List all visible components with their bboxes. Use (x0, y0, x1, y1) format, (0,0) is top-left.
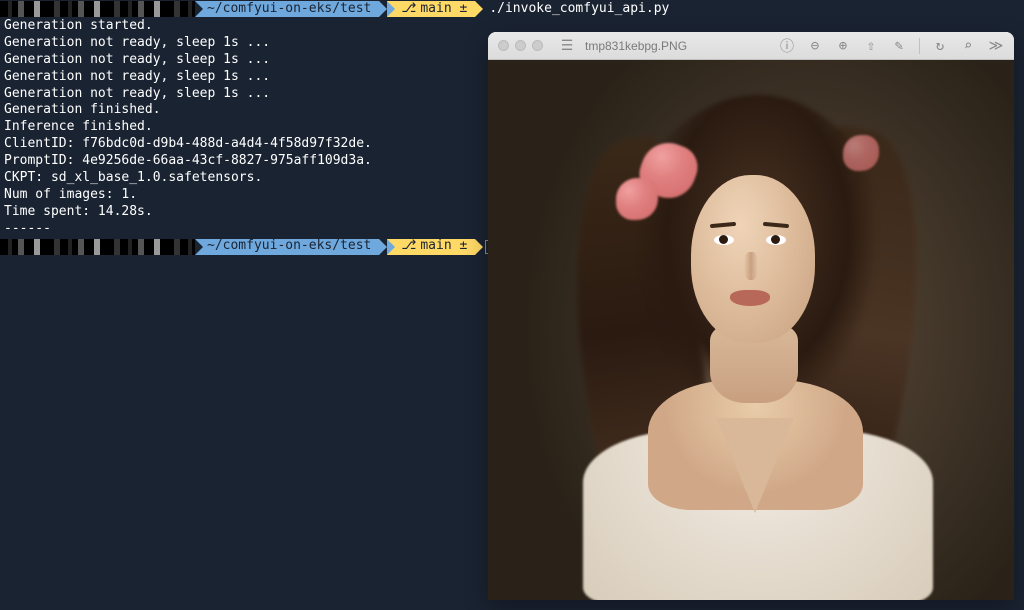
toolbar-right: ⓘ ⊖ ⊕ ⇧ ✎ ↻ ⌕ ≫ (779, 38, 1004, 54)
path-segment: ~/comfyui-on-eks/test (195, 1, 379, 17)
info-icon[interactable]: ⓘ (779, 38, 795, 54)
redacted-hostname (0, 1, 195, 17)
share-icon[interactable]: ⇧ (863, 38, 879, 54)
more-icon[interactable]: ≫ (988, 38, 1004, 54)
cwd-path: ~/comfyui-on-eks/test (207, 1, 371, 18)
zoom-in-icon[interactable]: ⊕ (835, 38, 851, 54)
prompt-line-1: ~/comfyui-on-eks/test ⎇ main ± ./invoke_… (0, 0, 1024, 18)
cwd-path: ~/comfyui-on-eks/test (207, 238, 371, 255)
git-branch-icon: ⎇ (401, 1, 416, 18)
generated-image (488, 60, 1014, 600)
search-icon[interactable]: ⌕ (960, 38, 976, 54)
maximize-button[interactable] (532, 40, 543, 51)
edit-icon[interactable]: ✎ (891, 38, 907, 54)
preview-window[interactable]: ☰ tmp831kebpg.PNG ⓘ ⊖ ⊕ ⇧ ✎ ↻ ⌕ ≫ (488, 32, 1014, 600)
minimize-button[interactable] (515, 40, 526, 51)
path-segment: ~/comfyui-on-eks/test (195, 239, 379, 255)
redacted-hostname (0, 239, 195, 255)
branch-segment: ⎇ main ± (387, 239, 475, 255)
preview-toolbar: ☰ tmp831kebpg.PNG ⓘ ⊖ ⊕ ⇧ ✎ ↻ ⌕ ≫ (488, 32, 1014, 60)
branch-segment: ⎇ main ± (387, 1, 475, 17)
zoom-out-icon[interactable]: ⊖ (807, 38, 823, 54)
preview-filename: tmp831kebpg.PNG (585, 39, 779, 53)
rotate-icon[interactable]: ↻ (932, 38, 948, 54)
traffic-lights (498, 40, 543, 51)
close-button[interactable] (498, 40, 509, 51)
git-branch-icon: ⎇ (401, 238, 416, 255)
branch-name: main ± (420, 1, 467, 18)
sidebar-icon[interactable]: ☰ (559, 38, 575, 54)
branch-name: main ± (420, 238, 467, 255)
command-text: ./invoke_comfyui_api.py (489, 1, 669, 18)
toolbar-divider (919, 38, 920, 54)
